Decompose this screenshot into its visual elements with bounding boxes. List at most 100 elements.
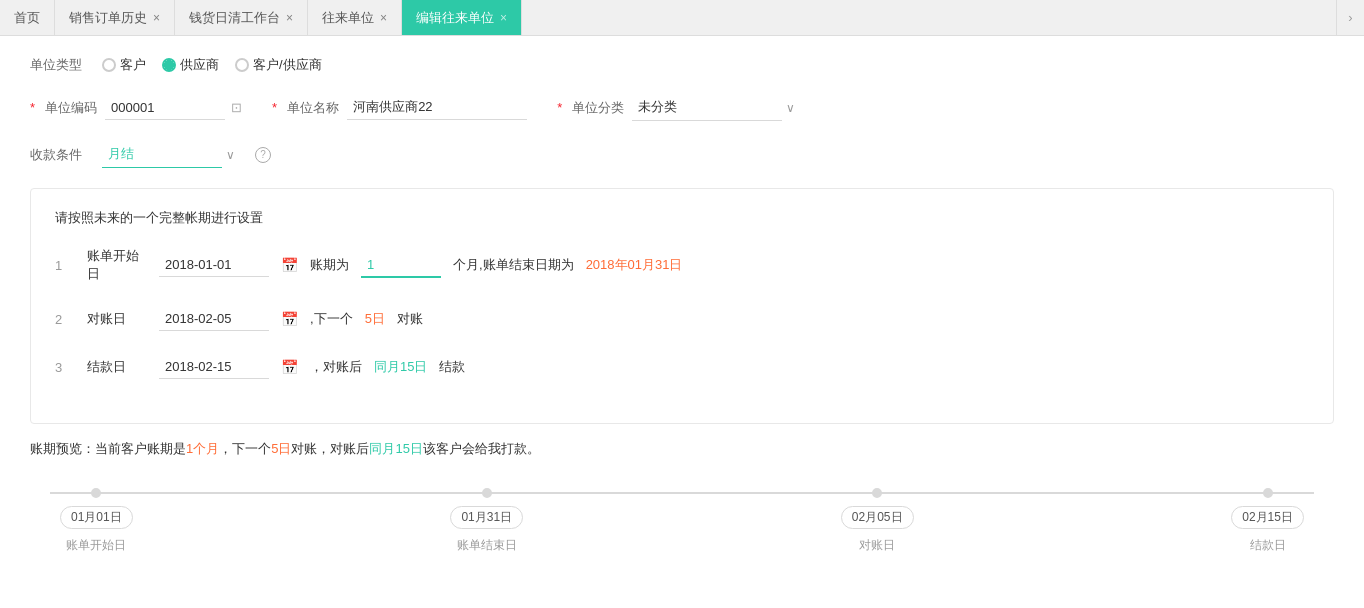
tab-bar: 首页 销售订单历史 × 钱货日清工作台 × 往来单位 × 编辑往来单位 × › bbox=[0, 0, 1364, 36]
unit-code-wrapper: ⊡ bbox=[105, 96, 242, 120]
timeline-badge-0: 01月01日 bbox=[60, 506, 133, 529]
unit-code-label: 单位编码 bbox=[45, 99, 97, 117]
timeline-dot-3 bbox=[1263, 488, 1273, 498]
timeline-dot-2 bbox=[872, 488, 882, 498]
timeline-sublabel-0: 账单开始日 bbox=[66, 537, 126, 554]
tab-partner-units[interactable]: 往来单位 × bbox=[308, 0, 402, 35]
payment-terms-label: 收款条件 bbox=[30, 146, 82, 164]
setting-row-1: 1 账单开始日 📅 账期为 个月,账单结束日期为 2018年01月31日 bbox=[55, 247, 1309, 283]
row-num-1: 1 bbox=[55, 258, 75, 273]
radio-both-label: 客户/供应商 bbox=[253, 56, 322, 74]
reconcile-desc-highlight: 5日 bbox=[365, 310, 385, 328]
unit-code-required: * bbox=[30, 100, 35, 115]
setting-row-3: 3 结款日 📅 ，对账后同月15日结款 bbox=[55, 355, 1309, 379]
timeline-items: 01月01日 账单开始日 01月31日 账单结束日 02月05日 对账日 02月… bbox=[60, 488, 1304, 554]
preview-sep2: 对账，对账后 bbox=[291, 441, 369, 456]
payment-terms-row: 收款条件 月结 ∨ ? bbox=[30, 141, 1334, 168]
timeline-point-0: 01月01日 账单开始日 bbox=[60, 488, 133, 554]
main-content: 单位类型 客户 供应商 客户/供应商 * 单位编码 ⊡ bbox=[0, 36, 1364, 608]
payment-desc-prefix: ，对账后 bbox=[310, 358, 362, 376]
tab-edit-partner[interactable]: 编辑往来单位 × bbox=[402, 0, 522, 35]
unit-category-value: 未分类 bbox=[632, 94, 782, 121]
payment-terms-chevron: ∨ bbox=[226, 148, 235, 162]
unit-category-required: * bbox=[557, 100, 562, 115]
radio-supplier-label: 供应商 bbox=[180, 56, 219, 74]
setting-row-2: 2 对账日 📅 ,下一个 5日对账 bbox=[55, 307, 1309, 331]
radio-customer[interactable]: 客户 bbox=[102, 56, 146, 74]
timeline-section: 01月01日 账单开始日 01月31日 账单结束日 02月05日 对账日 02月… bbox=[30, 478, 1334, 584]
period-value-input[interactable] bbox=[361, 253, 441, 278]
unit-category-field: * 单位分类 未分类 ∨ bbox=[557, 94, 795, 121]
reconcile-date-calendar-icon[interactable]: 📅 bbox=[281, 311, 298, 327]
timeline-dot-0 bbox=[91, 488, 101, 498]
unit-category-dropdown[interactable]: 未分类 ∨ bbox=[632, 94, 795, 121]
timeline-badge-3: 02月15日 bbox=[1231, 506, 1304, 529]
preview-prefix: 账期预览：当前客户账期是 bbox=[30, 441, 186, 456]
radio-customer-circle bbox=[102, 58, 116, 72]
unit-name-required: * bbox=[272, 100, 277, 115]
payment-date-input[interactable] bbox=[159, 355, 269, 379]
row-num-2: 2 bbox=[55, 312, 75, 327]
tab-cash-workbench-label: 钱货日清工作台 bbox=[189, 9, 280, 27]
copy-icon[interactable]: ⊡ bbox=[231, 100, 242, 115]
unit-name-input[interactable] bbox=[347, 96, 527, 120]
period-end-date: 2018年01月31日 bbox=[586, 256, 683, 274]
unit-code-field: * 单位编码 ⊡ bbox=[30, 96, 242, 120]
reconcile-date-input[interactable] bbox=[159, 307, 269, 331]
tab-sales-history[interactable]: 销售订单历史 × bbox=[55, 0, 175, 35]
period-label: 账期为 bbox=[310, 256, 349, 274]
preview-part2: 5日 bbox=[271, 441, 291, 456]
unit-name-label: 单位名称 bbox=[287, 99, 339, 117]
period-unit: 个月,账单结束日期为 bbox=[453, 256, 574, 274]
tab-partner-units-label: 往来单位 bbox=[322, 9, 374, 27]
unit-name-field: * 单位名称 bbox=[272, 96, 527, 120]
payment-terms-value: 月结 bbox=[102, 141, 222, 168]
payment-date-calendar-icon[interactable]: 📅 bbox=[281, 359, 298, 375]
reconcile-desc-suffix: 对账 bbox=[397, 310, 423, 328]
radio-both[interactable]: 客户/供应商 bbox=[235, 56, 322, 74]
tab-sales-history-close[interactable]: × bbox=[153, 11, 160, 25]
timeline-badge-1: 01月31日 bbox=[450, 506, 523, 529]
tab-partner-units-close[interactable]: × bbox=[380, 11, 387, 25]
radio-both-circle bbox=[235, 58, 249, 72]
start-date-input[interactable] bbox=[159, 253, 269, 277]
payment-desc-highlight: 同月15日 bbox=[374, 358, 427, 376]
preview-sep1: ，下一个 bbox=[219, 441, 271, 456]
unit-code-input[interactable] bbox=[105, 96, 225, 120]
tab-home[interactable]: 首页 bbox=[0, 0, 55, 35]
unit-info-row: * 单位编码 ⊡ * 单位名称 * 单位分类 未分类 ∨ bbox=[30, 94, 1334, 121]
timeline-point-1: 01月31日 账单结束日 bbox=[450, 488, 523, 554]
row-type-3: 结款日 bbox=[87, 358, 147, 376]
preview-section: 账期预览：当前客户账期是1个月，下一个5日对账，对账后同月15日该客户会给我打款… bbox=[30, 440, 1334, 458]
period-settings-section: 请按照未来的一个完整帐期进行设置 1 账单开始日 📅 账期为 个月,账单结束日期… bbox=[30, 188, 1334, 424]
timeline-sublabel-1: 账单结束日 bbox=[457, 537, 517, 554]
timeline-badge-2: 02月05日 bbox=[841, 506, 914, 529]
unit-type-radio-group: 客户 供应商 客户/供应商 bbox=[102, 56, 322, 74]
help-icon[interactable]: ? bbox=[255, 147, 271, 163]
radio-supplier[interactable]: 供应商 bbox=[162, 56, 219, 74]
reconcile-desc-prefix: ,下一个 bbox=[310, 310, 353, 328]
timeline-sublabel-2: 对账日 bbox=[859, 537, 895, 554]
row-num-3: 3 bbox=[55, 360, 75, 375]
row-type-2: 对账日 bbox=[87, 310, 147, 328]
preview-part3: 同月15日 bbox=[369, 441, 422, 456]
tab-edit-partner-label: 编辑往来单位 bbox=[416, 9, 494, 27]
payment-desc-suffix: 结款 bbox=[439, 358, 465, 376]
tab-home-label: 首页 bbox=[14, 9, 40, 27]
tab-sales-history-label: 销售订单历史 bbox=[69, 9, 147, 27]
arrow-icon: › bbox=[1348, 10, 1352, 25]
timeline-point-3: 02月15日 结款日 bbox=[1231, 488, 1304, 554]
timeline-dot-1 bbox=[482, 488, 492, 498]
row-type-1: 账单开始日 bbox=[87, 247, 147, 283]
radio-supplier-circle bbox=[162, 58, 176, 72]
unit-type-row: 单位类型 客户 供应商 客户/供应商 bbox=[30, 56, 1334, 74]
tab-edit-partner-close[interactable]: × bbox=[500, 11, 507, 25]
start-date-calendar-icon[interactable]: 📅 bbox=[281, 257, 298, 273]
preview-part1: 1个月 bbox=[186, 441, 219, 456]
payment-terms-dropdown[interactable]: 月结 ∨ bbox=[102, 141, 235, 168]
tab-cash-workbench[interactable]: 钱货日清工作台 × bbox=[175, 0, 308, 35]
tab-scroll-arrow[interactable]: › bbox=[1336, 0, 1364, 35]
unit-type-label: 单位类型 bbox=[30, 56, 82, 74]
tab-cash-workbench-close[interactable]: × bbox=[286, 11, 293, 25]
preview-suffix: 该客户会给我打款。 bbox=[423, 441, 540, 456]
